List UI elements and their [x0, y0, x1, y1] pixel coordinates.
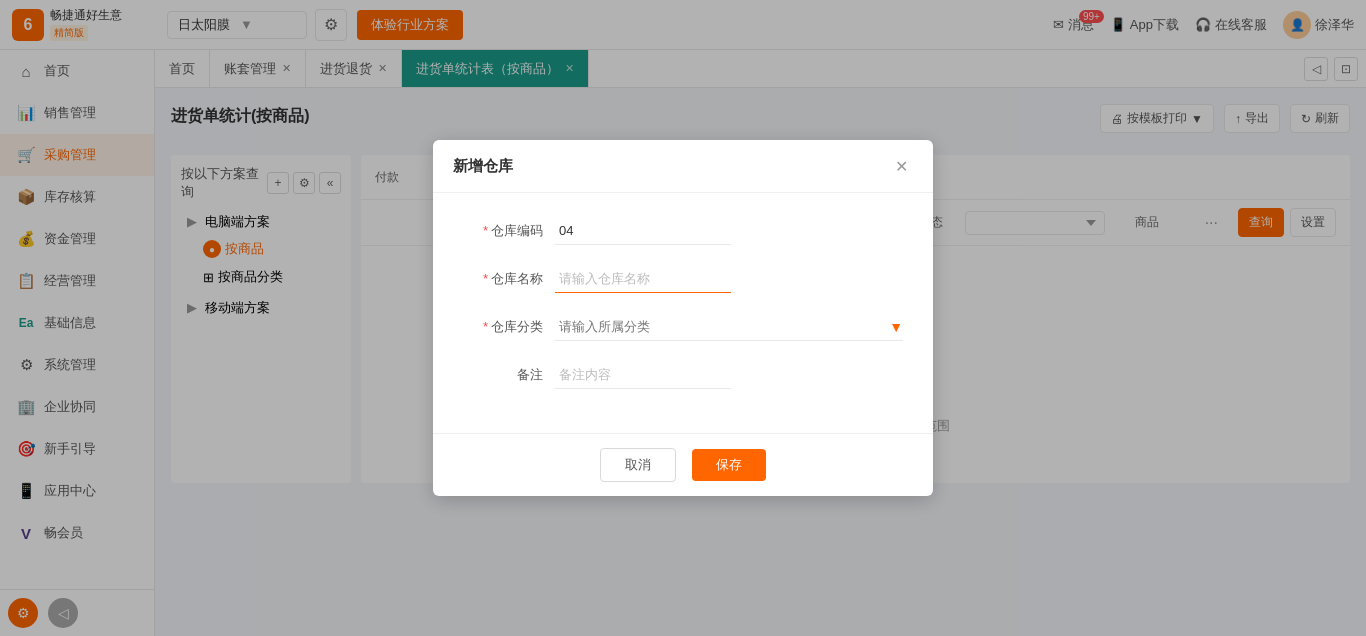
- add-warehouse-modal: 新增仓库 ✕ 仓库编码 仓库名称 仓库分类: [433, 140, 933, 496]
- modal-title: 新增仓库: [453, 157, 513, 176]
- category-arrow-icon[interactable]: ▼: [889, 319, 903, 335]
- code-label: 仓库编码: [463, 222, 543, 240]
- name-input-wrapper: [555, 265, 903, 293]
- category-input[interactable]: [555, 313, 889, 340]
- name-label: 仓库名称: [463, 270, 543, 288]
- category-row: 仓库分类 ▼: [463, 313, 903, 341]
- category-select-wrapper: ▼: [555, 313, 903, 341]
- modal-header: 新增仓库 ✕: [433, 140, 933, 193]
- modal-footer: 取消 保存: [433, 433, 933, 496]
- modal-overlay: 新增仓库 ✕ 仓库编码 仓库名称 仓库分类: [0, 0, 1366, 636]
- modal-body: 仓库编码 仓库名称 仓库分类 ▼: [433, 193, 933, 433]
- note-input[interactable]: [555, 361, 731, 389]
- code-row: 仓库编码: [463, 217, 903, 245]
- code-input[interactable]: [555, 217, 731, 245]
- save-button[interactable]: 保存: [692, 449, 766, 481]
- name-row: 仓库名称: [463, 265, 903, 293]
- cancel-button[interactable]: 取消: [600, 448, 676, 482]
- category-label: 仓库分类: [463, 318, 543, 336]
- note-input-wrapper: [555, 361, 903, 389]
- code-input-wrapper: [555, 217, 903, 245]
- name-input[interactable]: [555, 265, 731, 293]
- modal-close-button[interactable]: ✕: [889, 154, 913, 178]
- note-row: 备注: [463, 361, 903, 389]
- note-label: 备注: [463, 366, 543, 384]
